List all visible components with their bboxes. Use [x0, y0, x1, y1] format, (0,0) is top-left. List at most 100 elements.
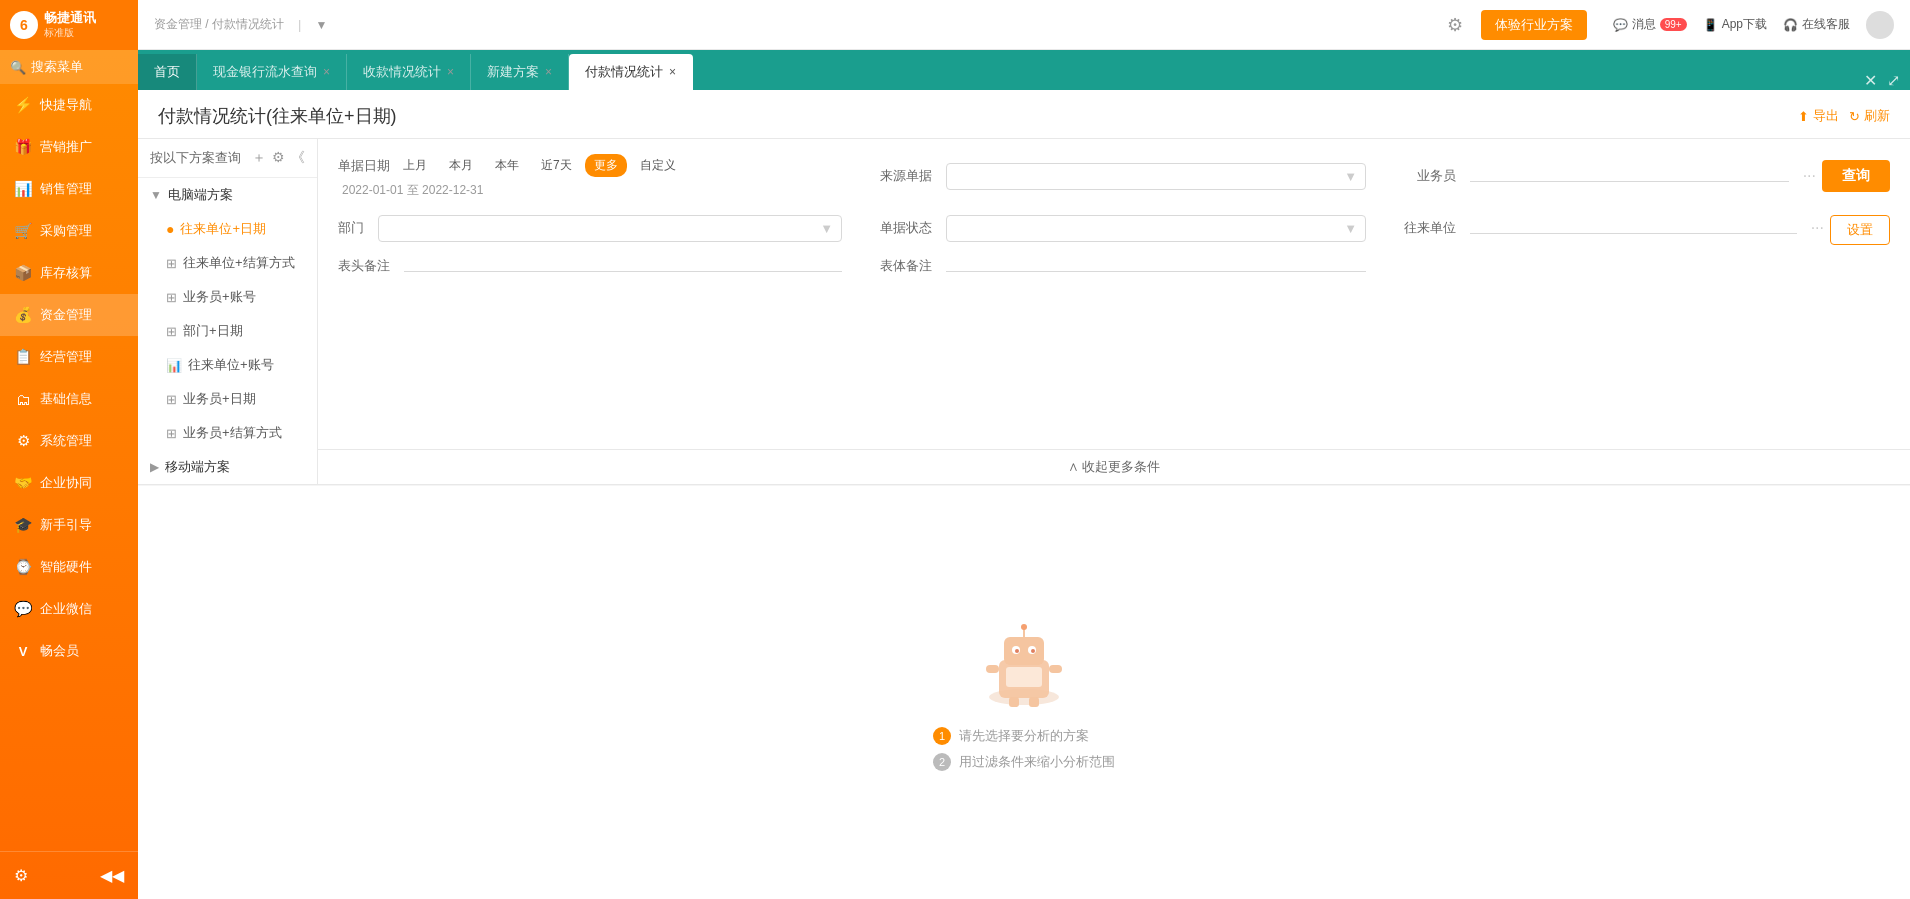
- date-opt-7days[interactable]: 近7天: [532, 153, 581, 178]
- sidebar-item-guide[interactable]: 🎓 新手引导: [0, 504, 138, 546]
- body-note-input[interactable]: [946, 261, 1366, 272]
- system-icon: ⚙: [14, 432, 32, 450]
- online-service-btn[interactable]: 🎧 在线客服: [1783, 16, 1850, 33]
- sidebar-item-wechat[interactable]: 💬 企业微信: [0, 588, 138, 630]
- sidebar-settings-btn[interactable]: ⚙: [10, 862, 32, 889]
- refresh-btn[interactable]: ↻ 刷新: [1849, 107, 1890, 125]
- filter-cell-salesperson: 业务员 ··· 查询: [1386, 160, 1890, 192]
- date-opt-last-month[interactable]: 上月: [394, 153, 436, 178]
- sidebar-item-marketing[interactable]: 🎁 营销推广: [0, 126, 138, 168]
- dept-label: 部门: [338, 219, 364, 237]
- tab-receipt-stats-close[interactable]: ×: [447, 65, 454, 79]
- sidebar-collapse-btn[interactable]: ◀◀: [96, 862, 128, 889]
- tabs-expand-btn[interactable]: ⤢: [1887, 71, 1900, 90]
- sidebar-item-purchase[interactable]: 🛒 采购管理: [0, 210, 138, 252]
- filter-row-3: 表头备注 表体备注: [338, 257, 1890, 275]
- scheme-add-icon[interactable]: ＋: [252, 149, 266, 167]
- date-opt-more[interactable]: 更多: [585, 154, 627, 177]
- filter-cell-dept: 部门 ▼: [338, 215, 842, 242]
- sidebar-item-member[interactable]: V 畅会员: [0, 630, 138, 672]
- source-select[interactable]: ▼: [946, 163, 1366, 190]
- marketing-icon: 🎁: [14, 138, 32, 156]
- sidebar-item-business[interactable]: 📋 经营管理: [0, 336, 138, 378]
- sidebar-item-hardware[interactable]: ⌚ 智能硬件: [0, 546, 138, 588]
- salesperson-input[interactable]: [1470, 171, 1789, 182]
- docstatus-select[interactable]: ▼: [946, 215, 1366, 242]
- scheme-item-staff-settle[interactable]: ⊞ 业务员+结算方式: [138, 416, 317, 450]
- tab-new-scheme-label: 新建方案: [487, 63, 539, 81]
- query-btn-group: 查询: [1822, 160, 1890, 192]
- service-icon: 🎧: [1783, 18, 1798, 32]
- tab-new-scheme-close[interactable]: ×: [545, 65, 552, 79]
- trial-btn[interactable]: 体验行业方案: [1481, 10, 1587, 40]
- query-btn[interactable]: 查询: [1822, 160, 1890, 192]
- sidebar-item-label: 营销推广: [40, 138, 92, 156]
- partner-dots[interactable]: ···: [1811, 219, 1824, 237]
- tabs-close-all-btn[interactable]: ✕: [1864, 71, 1877, 90]
- scheme-group-desktop-header[interactable]: ▼ 电脑端方案: [138, 178, 317, 212]
- topbar-dropdown[interactable]: ▼: [315, 18, 327, 32]
- filter-form-wrapper: 单据日期 上月 本月 本年 近7天 更多 自定义 2022: [318, 139, 1910, 484]
- scheme-collapse-icon[interactable]: 《: [291, 149, 305, 167]
- filter-row-1: 单据日期 上月 本月 本年 近7天 更多 自定义 2022: [338, 153, 1890, 199]
- export-btn[interactable]: ⬆ 导出: [1798, 107, 1839, 125]
- settings-btn-group: 设置: [1830, 211, 1890, 245]
- sidebar-item-basic[interactable]: 🗂 基础信息: [0, 378, 138, 420]
- wechat-icon: 💬: [14, 600, 32, 618]
- sidebar-item-system[interactable]: ⚙ 系统管理: [0, 420, 138, 462]
- date-opt-custom[interactable]: 自定义: [631, 153, 685, 178]
- scheme-group-mobile-header[interactable]: ▶ 移动端方案: [138, 450, 317, 484]
- tab-payment-stats-close[interactable]: ×: [669, 65, 676, 79]
- sidebar-item-label: 快捷导航: [40, 96, 92, 114]
- sidebar-bottom: ⚙ ◀◀: [0, 851, 138, 899]
- scheme-item-unit-date[interactable]: ● 往来单位+日期: [138, 212, 317, 246]
- scheme-item-dept-date[interactable]: ⊞ 部门+日期: [138, 314, 317, 348]
- tab-bank-flow-close[interactable]: ×: [323, 65, 330, 79]
- app-logo-icon: 6: [10, 11, 38, 39]
- scheme-mobile-expand-icon: ▶: [150, 460, 159, 474]
- tab-receipt-stats[interactable]: 收款情况统计 ×: [347, 54, 471, 90]
- svg-rect-13: [1029, 697, 1039, 707]
- scheme-item-staff-date[interactable]: ⊞ 业务员+日期: [138, 382, 317, 416]
- app-download-btn[interactable]: 📱 App下载: [1703, 16, 1767, 33]
- scheme-settings-icon[interactable]: ⚙: [272, 149, 285, 167]
- sidebar-item-capital[interactable]: 💰 资金管理: [0, 294, 138, 336]
- search-menu[interactable]: 🔍 搜索菜单: [0, 50, 138, 84]
- scheme-item-unit-account[interactable]: 📊 往来单位+账号: [138, 348, 317, 382]
- sidebar-item-sales[interactable]: 📊 销售管理: [0, 168, 138, 210]
- message-badge: 99+: [1660, 18, 1687, 31]
- main-content: 资金管理 / 付款情况统计 | ▼ ⚙ 体验行业方案 💬 消息 99+ 📱 Ap…: [138, 0, 1910, 899]
- logo-name: 畅捷通讯: [44, 10, 96, 26]
- sidebar-item-enterprise[interactable]: 🤝 企业协同: [0, 462, 138, 504]
- collapse-bar[interactable]: ∧ 收起更多条件: [318, 449, 1910, 484]
- scheme-item-unit-account-label: 往来单位+账号: [188, 356, 274, 374]
- scheme-item-grid-icon5: ⊞: [166, 426, 177, 441]
- tab-home[interactable]: 首页: [138, 54, 197, 90]
- user-avatar[interactable]: [1866, 11, 1894, 39]
- topbar: 资金管理 / 付款情况统计 | ▼ ⚙ 体验行业方案 💬 消息 99+ 📱 Ap…: [138, 0, 1910, 50]
- tab-payment-stats[interactable]: 付款情况统计 ×: [569, 54, 693, 90]
- sidebar-item-quick-nav[interactable]: ⚡ 快捷导航: [0, 84, 138, 126]
- scheme-item-staff-account-label: 业务员+账号: [183, 288, 256, 306]
- app-download-label: App下载: [1722, 16, 1767, 33]
- svg-rect-2: [1006, 667, 1042, 687]
- date-opt-this-year[interactable]: 本年: [486, 153, 528, 178]
- partner-input[interactable]: [1470, 223, 1797, 234]
- settings-btn[interactable]: 设置: [1830, 215, 1890, 245]
- svg-point-9: [1021, 624, 1027, 630]
- dept-select[interactable]: ▼: [378, 215, 842, 242]
- logo-text-block: 畅捷通讯 标准版: [44, 10, 96, 40]
- topbar-settings-icon[interactable]: ⚙: [1447, 14, 1463, 36]
- scheme-item-staff-account[interactable]: ⊞ 业务员+账号: [138, 280, 317, 314]
- message-btn[interactable]: 💬 消息 99+: [1613, 16, 1687, 33]
- nav-list: ⚡ 快捷导航 🎁 营销推广 📊 销售管理 🛒 采购管理 📦 库存核算 💰 资金管…: [0, 84, 138, 851]
- tab-bank-flow[interactable]: 现金银行流水查询 ×: [197, 54, 347, 90]
- header-note-input[interactable]: [404, 261, 842, 272]
- page-header-actions: ⬆ 导出 ↻ 刷新: [1798, 107, 1890, 125]
- scheme-item-unit-settle[interactable]: ⊞ 往来单位+结算方式: [138, 246, 317, 280]
- date-opt-this-month[interactable]: 本月: [440, 153, 482, 178]
- tab-new-scheme[interactable]: 新建方案 ×: [471, 54, 569, 90]
- source-dropdown-icon: ▼: [1344, 169, 1357, 184]
- sidebar-item-inventory[interactable]: 📦 库存核算: [0, 252, 138, 294]
- salesperson-dots[interactable]: ···: [1803, 167, 1816, 185]
